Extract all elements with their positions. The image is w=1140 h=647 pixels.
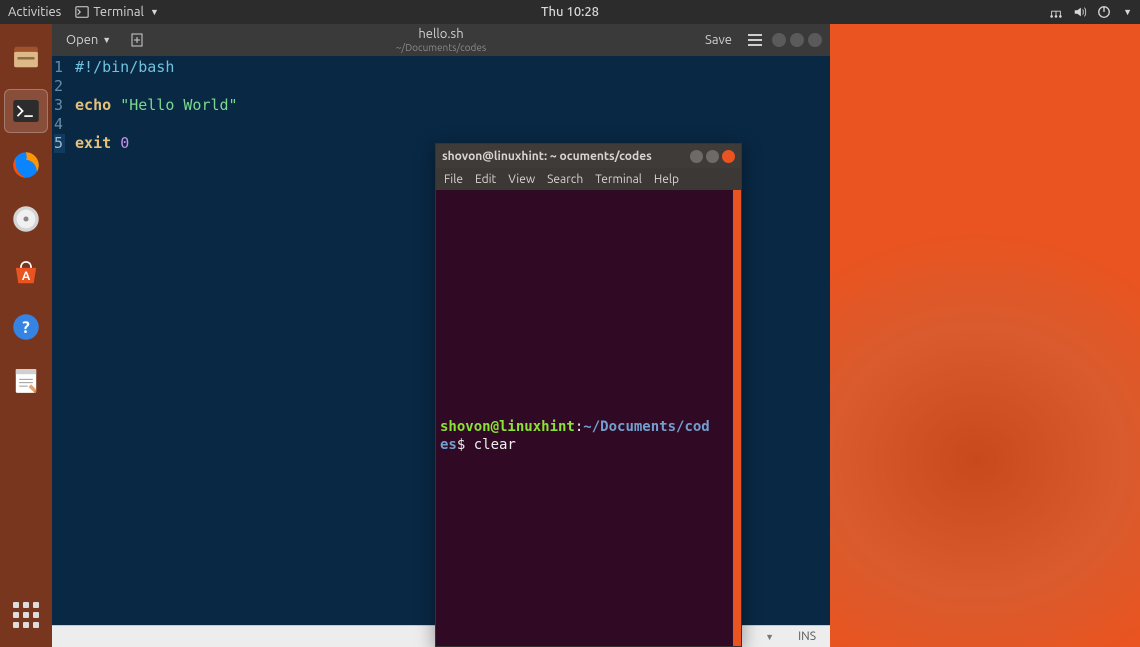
window-controls [690,150,735,163]
power-icon[interactable] [1097,5,1111,19]
dock-firefox[interactable] [4,143,48,187]
dock-help[interactable]: ? [4,305,48,349]
terminal-menubar: File Edit View Search Terminal Help [436,168,741,190]
gnome-top-bar: Activities Terminal ▼ Thu 10:28 ▼ [0,0,1140,24]
window-controls [772,33,822,47]
menu-search[interactable]: Search [547,173,583,186]
software-store-icon: A [9,256,43,290]
dock-files[interactable] [4,35,48,79]
clock[interactable]: Thu 10:28 [541,5,599,19]
maximize-button[interactable] [790,33,804,47]
save-button[interactable]: Save [699,31,738,49]
menu-help[interactable]: Help [654,173,679,186]
file-path: ~/Documents/codes [396,42,487,53]
minimize-button[interactable] [772,33,786,47]
gnome-terminal-window: shovon@linuxhint: ~ ocuments/codes File … [435,143,742,647]
gedit-headerbar: Open ▼ hello.sh ~/Documents/codes Save [52,24,830,56]
terminal-output[interactable]: shovon@linuxhint:~/Documents/cod es$ cle… [436,190,741,646]
close-button[interactable] [808,33,822,47]
language-dropdown[interactable]: ▼ [761,632,774,642]
hamburger-menu-button[interactable] [748,34,762,46]
minimize-button[interactable] [690,150,703,163]
terminal-titlebar[interactable]: shovon@linuxhint: ~ ocuments/codes [436,144,741,168]
menu-view[interactable]: View [508,173,535,186]
system-tray[interactable]: ▼ [1049,5,1132,19]
files-icon [9,40,43,74]
close-button[interactable] [722,150,735,163]
terminal-app-icon [75,5,89,19]
help-icon: ? [9,310,43,344]
file-name: hello.sh [396,27,487,41]
svg-text:A: A [22,270,31,283]
terminal-scrollbar[interactable] [733,190,741,646]
new-tab-button[interactable] [125,29,149,51]
terminal-title: shovon@linuxhint: ~ ocuments/codes [442,150,690,163]
open-label: Open [66,33,98,47]
activities-button[interactable]: Activities [8,5,61,19]
firefox-icon [9,148,43,182]
show-applications-button[interactable] [4,593,48,637]
chevron-down-icon: ▼ [150,7,159,17]
insert-mode-indicator[interactable]: INS [798,630,816,643]
dock-terminal[interactable] [4,89,48,133]
active-app-name: Terminal [93,5,144,19]
dock-text-editor[interactable] [4,359,48,403]
menu-edit[interactable]: Edit [475,173,496,186]
chevron-down-icon: ▼ [1123,7,1132,17]
svg-text:?: ? [22,318,30,337]
maximize-button[interactable] [706,150,719,163]
prompt-line: shovon@linuxhint:~/Documents/cod [440,418,737,436]
chevron-down-icon: ▼ [102,35,111,45]
prompt-line-2: es$ clear [440,436,737,454]
dock-software[interactable]: A [4,251,48,295]
text-editor-icon [9,364,43,398]
open-button[interactable]: Open ▼ [60,31,117,49]
ubuntu-dock: A ? [0,24,52,647]
line-number-gutter: 1 2 3 4 5 [52,56,69,625]
new-document-icon [129,32,145,48]
network-icon[interactable] [1049,5,1063,19]
active-app-menu[interactable]: Terminal ▼ [75,5,159,19]
menu-file[interactable]: File [444,173,463,186]
volume-icon[interactable] [1073,5,1087,19]
window-title: hello.sh ~/Documents/codes [396,27,487,52]
dock-rhythmbox[interactable] [4,197,48,241]
music-icon [9,202,43,236]
chevron-down-icon: ▼ [765,632,774,642]
terminal-icon [9,94,43,128]
menu-terminal[interactable]: Terminal [595,173,642,186]
